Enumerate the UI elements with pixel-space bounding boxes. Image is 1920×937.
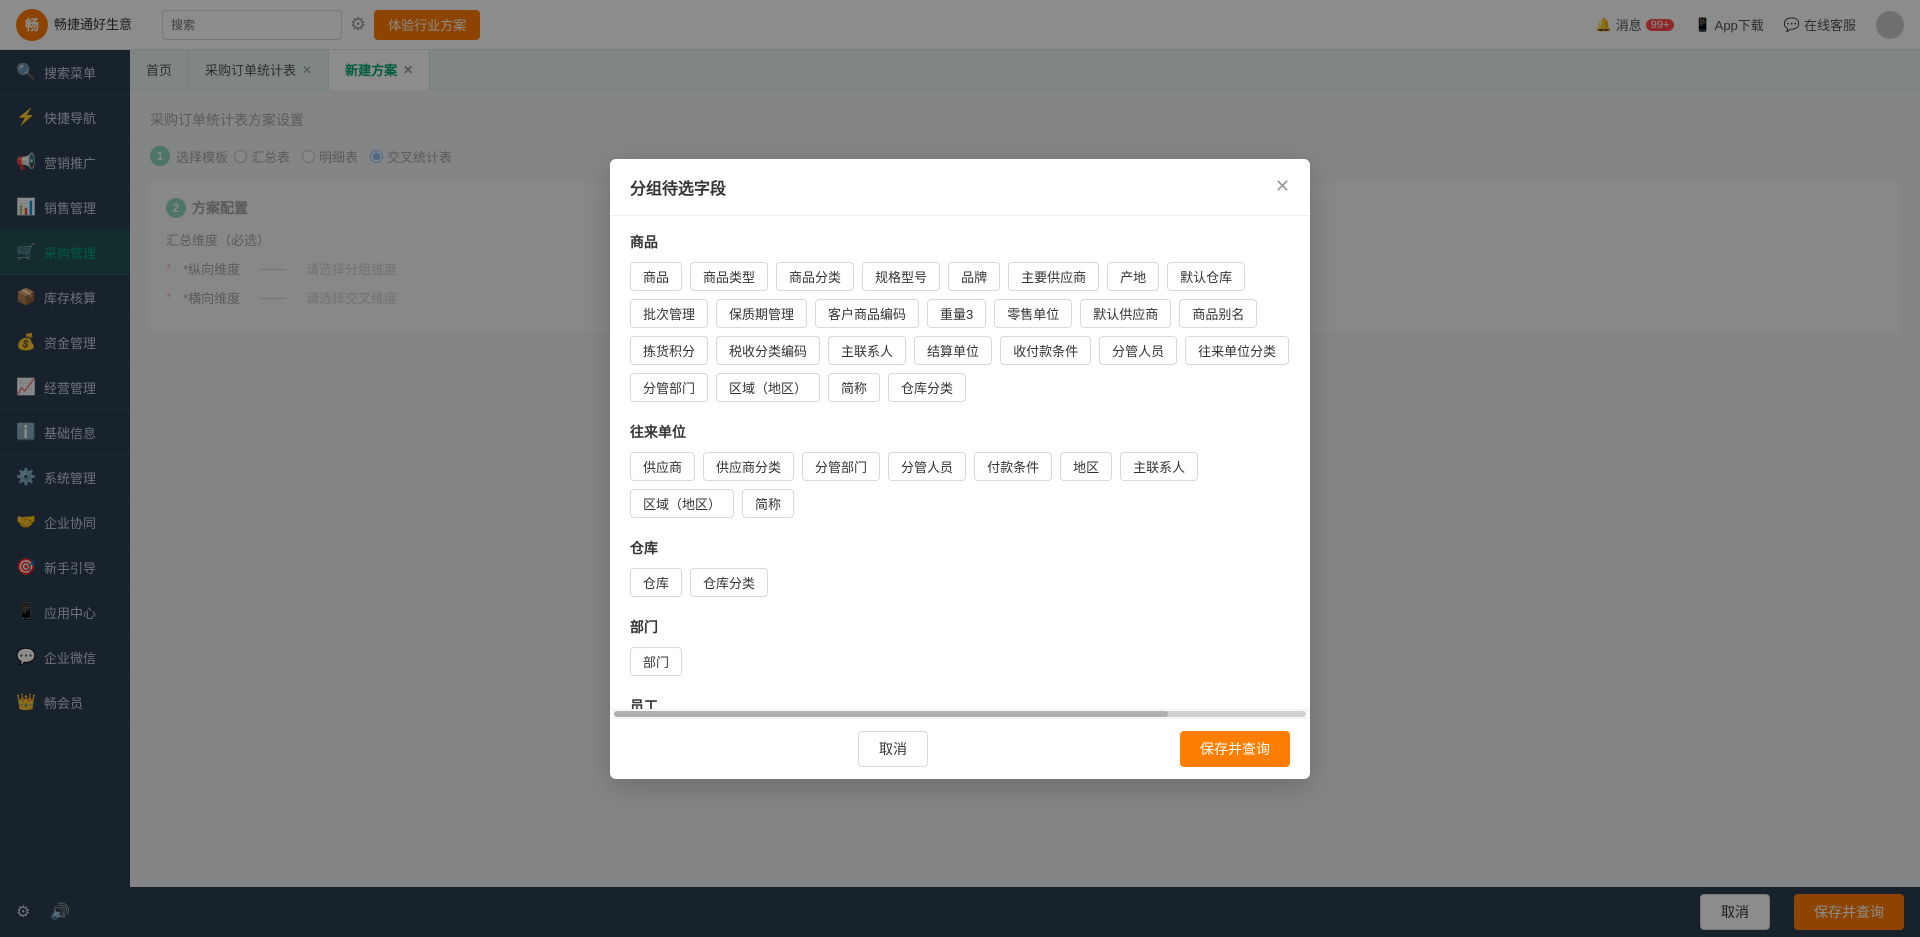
field-tag-0-5[interactable]: 主要供应商 [1008,262,1099,291]
field-tag-0-13[interactable]: 默认供应商 [1080,299,1171,328]
field-tag-0-15[interactable]: 拣货积分 [630,336,708,365]
field-tag-0-21[interactable]: 往来单位分类 [1185,336,1289,365]
field-tag-1-1[interactable]: 供应商分类 [703,452,794,481]
field-tag-0-24[interactable]: 简称 [828,373,880,402]
field-tag-0-14[interactable]: 商品别名 [1179,299,1257,328]
field-tag-0-4[interactable]: 品牌 [948,262,1000,291]
field-tag-2-0[interactable]: 仓库 [630,568,682,597]
field-tag-0-7[interactable]: 默认仓库 [1167,262,1245,291]
modal-header: 分组待选字段 ✕ [610,159,1310,216]
field-tag-0-23[interactable]: 区域（地区） [716,373,820,402]
field-section-1: 往来单位供应商供应商分类分管部门分管人员付款条件地区主联系人区域（地区） 简称 [630,422,1290,518]
field-section-title-2: 仓库 [630,538,1290,558]
modal: 分组待选字段 ✕ 商品商品商品类型商品分类规格型号品牌主要供应商产地默认仓库批次… [610,159,1310,779]
field-tag-0-1[interactable]: 商品类型 [690,262,768,291]
field-tag-1-0[interactable]: 供应商 [630,452,695,481]
modal-overlay: 分组待选字段 ✕ 商品商品商品类型商品分类规格型号品牌主要供应商产地默认仓库批次… [0,0,1920,937]
field-tag-0-25[interactable]: 仓库分类 [888,373,966,402]
field-section-4: 员工业务员 [630,696,1290,709]
field-tags-1: 供应商供应商分类分管部门分管人员付款条件地区主联系人区域（地区） 简称 [630,452,1290,518]
field-tag-0-9[interactable]: 保质期管理 [716,299,807,328]
modal-footer: 取消 保存并查询 [610,718,1310,779]
field-tag-0-2[interactable]: 商品分类 [776,262,854,291]
field-section-title-0: 商品 [630,232,1290,252]
modal-close-btn[interactable]: ✕ [1275,176,1290,197]
field-tag-0-20[interactable]: 分管人员 [1099,336,1177,365]
field-tag-2-1[interactable]: 仓库分类 [690,568,768,597]
field-tag-0-8[interactable]: 批次管理 [630,299,708,328]
field-section-title-3: 部门 [630,617,1290,637]
field-tag-0-18[interactable]: 结算单位 [914,336,992,365]
field-tag-1-3[interactable]: 分管人员 [888,452,966,481]
field-tags-3: 部门 [630,647,1290,676]
field-tag-0-6[interactable]: 产地 [1107,262,1159,291]
field-section-title-1: 往来单位 [630,422,1290,442]
field-section-title-4: 员工 [630,696,1290,709]
field-section-3: 部门部门 [630,617,1290,676]
field-tag-0-16[interactable]: 税收分类编码 [716,336,820,365]
field-tag-0-17[interactable]: 主联系人 [828,336,906,365]
field-tag-0-19[interactable]: 收付款条件 [1000,336,1091,365]
field-tag-0-12[interactable]: 零售单位 [994,299,1072,328]
field-tag-1-2[interactable]: 分管部门 [802,452,880,481]
field-tag-1-7[interactable]: 区域（地区） [630,489,734,518]
field-section-2: 仓库仓库仓库分类 [630,538,1290,597]
field-tags-2: 仓库仓库分类 [630,568,1290,597]
field-tag-3-0[interactable]: 部门 [630,647,682,676]
field-tag-1-5[interactable]: 地区 [1060,452,1112,481]
field-tag-1-6[interactable]: 主联系人 [1120,452,1198,481]
field-tag-1-4[interactable]: 付款条件 [974,452,1052,481]
modal-cancel-btn[interactable]: 取消 [858,731,928,767]
field-tag-1-8[interactable]: 简称 [742,489,794,518]
modal-title: 分组待选字段 [630,175,726,199]
field-section-0: 商品商品商品类型商品分类规格型号品牌主要供应商产地默认仓库批次管理保质期管理客户… [630,232,1290,402]
field-tag-0-10[interactable]: 客户商品编码 [815,299,919,328]
field-tag-0-22[interactable]: 分管部门 [630,373,708,402]
modal-hscroll [610,709,1310,718]
field-tag-0-11[interactable]: 重量3 [927,299,986,328]
modal-save-btn[interactable]: 保存并查询 [1180,731,1290,767]
field-tag-0-0[interactable]: 商品 [630,262,682,291]
modal-body: 商品商品商品类型商品分类规格型号品牌主要供应商产地默认仓库批次管理保质期管理客户… [610,216,1310,709]
field-tags-0: 商品商品类型商品分类规格型号品牌主要供应商产地默认仓库批次管理保质期管理客户商品… [630,262,1290,402]
field-tag-0-3[interactable]: 规格型号 [862,262,940,291]
